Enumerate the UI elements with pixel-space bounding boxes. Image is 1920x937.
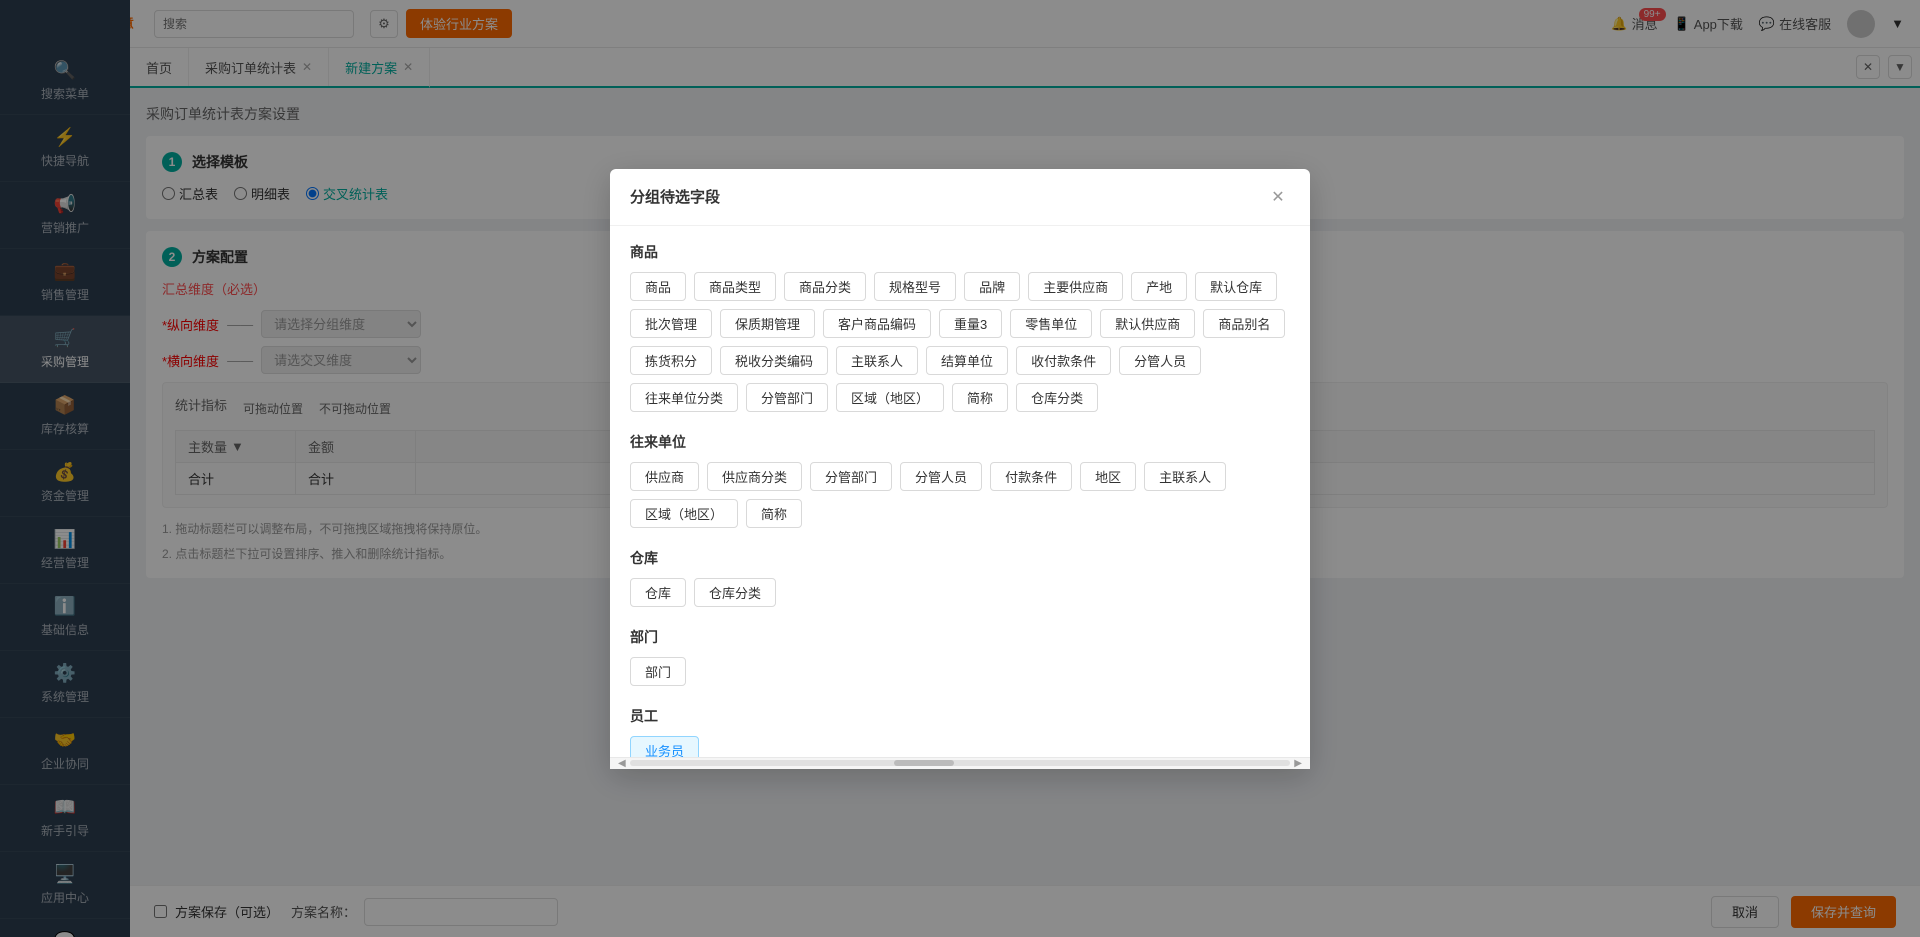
section-partner: 往来单位 供应商 供应商分类 分管部门 分管人员 付款条件 地区 主联系人 区域… [630,432,1290,528]
field-short-name[interactable]: 简称 [952,383,1008,412]
department-fields-grid: 部门 [630,657,1290,686]
field-manager-staff[interactable]: 分管人员 [1119,346,1201,375]
partner-fields-grid: 供应商 供应商分类 分管部门 分管人员 付款条件 地区 主联系人 区域（地区） … [630,462,1290,528]
section-staff: 员工 业务员 [630,706,1290,757]
field-supplier-category[interactable]: 供应商分类 [707,462,802,491]
hscroll-thumb[interactable] [894,760,954,766]
field-region[interactable]: 区域（地区） [836,383,944,412]
field-supplier[interactable]: 供应商 [630,462,699,491]
modal-close-button[interactable]: ✕ [1266,185,1290,209]
section-product: 商品 商品 商品类型 商品分类 规格型号 品牌 主要供应商 产地 默认仓库 批次… [630,242,1290,412]
field-partner-category[interactable]: 往来单位分类 [630,383,738,412]
field-main-supplier[interactable]: 主要供应商 [1028,272,1123,301]
section-department: 部门 部门 [630,627,1290,686]
field-dept[interactable]: 分管部门 [746,383,828,412]
section-warehouse-title: 仓库 [630,548,1290,568]
field-product-alias[interactable]: 商品别名 [1203,309,1285,338]
modal-title: 分组待选字段 [630,186,720,207]
section-product-title: 商品 [630,242,1290,262]
modal-header: 分组待选字段 ✕ [610,169,1310,226]
field-expiry-mgmt[interactable]: 保质期管理 [720,309,815,338]
field-product-type[interactable]: 商品类型 [694,272,776,301]
field-payment-condition[interactable]: 付款条件 [990,462,1072,491]
field-product[interactable]: 商品 [630,272,686,301]
hscroll-right-arrow[interactable]: ▶ [1290,758,1306,769]
field-pick-score[interactable]: 拣货积分 [630,346,712,375]
field-partner-region[interactable]: 区域（地区） [630,499,738,528]
section-staff-title: 员工 [630,706,1290,726]
field-settlement-unit[interactable]: 结算单位 [926,346,1008,375]
field-origin[interactable]: 产地 [1131,272,1187,301]
modal-hscroll[interactable]: ◀ ▶ [610,757,1310,769]
modal-overlay[interactable]: 分组待选字段 ✕ 商品 商品 商品类型 商品分类 规格型号 品牌 主要供应商 产… [0,0,1920,937]
section-department-title: 部门 [630,627,1290,647]
modal-body: 商品 商品 商品类型 商品分类 规格型号 品牌 主要供应商 产地 默认仓库 批次… [610,226,1310,757]
product-fields-grid: 商品 商品类型 商品分类 规格型号 品牌 主要供应商 产地 默认仓库 批次管理 … [630,272,1290,412]
staff-fields-grid: 业务员 [630,736,1290,757]
field-warehouse-category[interactable]: 仓库分类 [1016,383,1098,412]
field-product-category[interactable]: 商品分类 [784,272,866,301]
field-partner-shortname[interactable]: 简称 [746,499,802,528]
warehouse-fields-grid: 仓库 仓库分类 [630,578,1290,607]
field-brand[interactable]: 品牌 [964,272,1020,301]
field-batch-mgmt[interactable]: 批次管理 [630,309,712,338]
field-payment-terms[interactable]: 收付款条件 [1016,346,1111,375]
field-partner-staff[interactable]: 分管人员 [900,462,982,491]
field-tax-code[interactable]: 税收分类编码 [720,346,828,375]
field-department[interactable]: 部门 [630,657,686,686]
section-partner-title: 往来单位 [630,432,1290,452]
field-spec-model[interactable]: 规格型号 [874,272,956,301]
modal-dialog: 分组待选字段 ✕ 商品 商品 商品类型 商品分类 规格型号 品牌 主要供应商 产… [610,169,1310,769]
field-partner-main-contact[interactable]: 主联系人 [1144,462,1226,491]
field-warehouse-cat[interactable]: 仓库分类 [694,578,776,607]
field-warehouse[interactable]: 仓库 [630,578,686,607]
hscroll-track [630,760,1291,766]
field-default-warehouse[interactable]: 默认仓库 [1195,272,1277,301]
field-main-contact[interactable]: 主联系人 [836,346,918,375]
field-retail-unit[interactable]: 零售单位 [1010,309,1092,338]
section-warehouse: 仓库 仓库 仓库分类 [630,548,1290,607]
field-weight3[interactable]: 重量3 [939,309,1002,338]
field-default-supplier[interactable]: 默认供应商 [1100,309,1195,338]
field-salesperson[interactable]: 业务员 [630,736,699,757]
hscroll-left-arrow[interactable]: ◀ [614,758,630,769]
field-partner-dept[interactable]: 分管部门 [810,462,892,491]
field-customer-code[interactable]: 客户商品编码 [823,309,931,338]
field-area[interactable]: 地区 [1080,462,1136,491]
